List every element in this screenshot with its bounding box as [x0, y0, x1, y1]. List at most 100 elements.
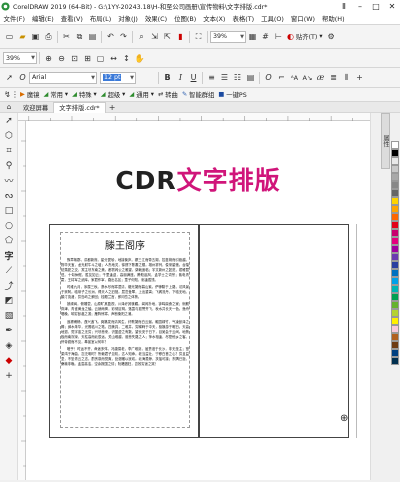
- color-swatch[interactable]: [391, 213, 399, 221]
- hand-pan-icon[interactable]: ✋: [133, 52, 146, 65]
- open-icon[interactable]: ▰: [16, 30, 29, 43]
- save-icon[interactable]: ▣: [29, 30, 42, 43]
- color-swatch[interactable]: [391, 221, 399, 229]
- numbered-list-icon[interactable]: ☷: [231, 71, 244, 84]
- menu-bitmaps[interactable]: 位图(B): [171, 14, 200, 23]
- plugin-general-button[interactable]: ◢ 通用 ▾: [127, 90, 156, 99]
- add-icon[interactable]: +: [353, 71, 366, 84]
- vertical-ruler[interactable]: [18, 121, 26, 480]
- snap-to-button[interactable]: ◐ 贴齐(T) ▾: [285, 32, 325, 41]
- add-tool-icon[interactable]: +: [0, 368, 18, 383]
- color-swatch[interactable]: [391, 269, 399, 277]
- zoom-out-icon[interactable]: ⊖: [55, 52, 68, 65]
- color-swatch[interactable]: [391, 309, 399, 317]
- transparency-tool-icon[interactable]: ▧: [0, 308, 18, 323]
- menu-object[interactable]: 对象(J): [115, 14, 142, 23]
- restore-panels-button[interactable]: Ⅱ: [336, 2, 352, 11]
- property-zoom-select[interactable]: 39% ▼: [3, 52, 37, 64]
- drawing-canvas[interactable]: CDR文字排版 滕王阁序 豫章故郡，洪都新府。星分翼轸，地接衡庐。襟三江而带五湖…: [26, 121, 370, 480]
- font-size-select[interactable]: 12 pt ▼: [100, 71, 136, 84]
- color-palette[interactable]: [391, 141, 399, 365]
- drop-shadow-tool-icon[interactable]: ◩: [0, 293, 18, 308]
- font-family-select[interactable]: Arial ▼: [29, 71, 97, 84]
- close-button[interactable]: ✕: [384, 2, 400, 11]
- smart-fill-tool-icon[interactable]: ◆: [0, 353, 18, 368]
- ellipse-tool-icon[interactable]: ○: [0, 218, 18, 233]
- color-swatch[interactable]: [391, 189, 399, 197]
- color-swatch[interactable]: [391, 181, 399, 189]
- print-icon[interactable]: ⎙: [42, 30, 55, 43]
- color-swatch[interactable]: [391, 173, 399, 181]
- text-tool-icon[interactable]: 字: [0, 248, 18, 263]
- properties-docker-tab[interactable]: 属性: [381, 113, 390, 169]
- plugin-mojing-button[interactable]: ▶ 魔镜: [18, 90, 41, 99]
- zoom-in-icon[interactable]: ⊕: [42, 52, 55, 65]
- minimize-button[interactable]: –: [352, 2, 368, 11]
- color-swatch[interactable]: [391, 197, 399, 205]
- add-tab-icon[interactable]: +: [106, 102, 119, 113]
- color-swatch[interactable]: [391, 301, 399, 309]
- new-document-icon[interactable]: ▭: [3, 30, 16, 43]
- tab-document[interactable]: 文字排版.cdr*: [53, 101, 106, 113]
- drop-cap-icon[interactable]: ▤: [244, 71, 257, 84]
- zoom-level-select[interactable]: 39% ▼: [210, 30, 246, 43]
- color-swatch[interactable]: [391, 141, 399, 149]
- zoom-height-icon[interactable]: ↕: [120, 52, 133, 65]
- color-swatch[interactable]: [391, 149, 399, 157]
- zoom-tool-icon[interactable]: ⚲: [0, 158, 18, 173]
- italic-icon[interactable]: I: [174, 71, 187, 84]
- paste-icon[interactable]: ▤: [86, 30, 99, 43]
- shape-tool-icon[interactable]: ⬡: [0, 128, 18, 143]
- color-swatch[interactable]: [391, 165, 399, 173]
- interactive-fill-tool-icon[interactable]: ◈: [0, 338, 18, 353]
- pick-tool-icon[interactable]: ➚: [0, 113, 18, 128]
- horizontal-text-icon[interactable]: ≣: [327, 71, 340, 84]
- full-screen-icon[interactable]: ⛶: [192, 30, 205, 43]
- rulers-icon[interactable]: ▦: [246, 30, 259, 43]
- color-swatch[interactable]: [391, 157, 399, 165]
- script-a-icon[interactable]: æ: [314, 71, 327, 84]
- page-left[interactable]: 滕王阁序 豫章故郡，洪都新府。星分翼轸，地接衡庐。襟三江而带五湖，控蛮荆而引瓯越…: [49, 224, 199, 438]
- plugin-super-button[interactable]: ◢ 超级 ▾: [99, 90, 128, 99]
- undo-icon[interactable]: ↶: [104, 30, 117, 43]
- zoom-width-icon[interactable]: ↔: [107, 52, 120, 65]
- change-case-icon[interactable]: ᴬA: [288, 71, 301, 84]
- polygon-tool-icon[interactable]: ⬠: [0, 233, 18, 248]
- color-swatch[interactable]: [391, 293, 399, 301]
- cut-icon[interactable]: ✂: [60, 30, 73, 43]
- zoom-selected-icon[interactable]: ⊡: [68, 52, 81, 65]
- horizontal-ruler[interactable]: [18, 113, 370, 121]
- edit-text-icon[interactable]: A↘: [301, 71, 314, 84]
- maximize-button[interactable]: □: [368, 2, 384, 11]
- artistic-media-tool-icon[interactable]: ᔓ: [0, 188, 18, 203]
- copy-icon[interactable]: ⧉: [73, 30, 86, 43]
- plugin-common-button[interactable]: ◢ 常用 ▾: [41, 90, 70, 99]
- redo-icon[interactable]: ↷: [117, 30, 130, 43]
- menu-window[interactable]: 窗口(W): [287, 14, 318, 23]
- export-icon[interactable]: ⇱: [161, 30, 174, 43]
- home-icon[interactable]: ⌂: [0, 102, 18, 113]
- dimension-tool-icon[interactable]: ⟋: [0, 263, 18, 278]
- color-swatch[interactable]: [391, 349, 399, 357]
- paragraph-text-frame[interactable]: 滕王阁序 豫章故郡，洪都新府。星分翼轸，地接衡庐。襟三江而带五湖，控蛮荆而引瓯越…: [60, 232, 190, 428]
- plugin-convert-curves-button[interactable]: ⇄ 转曲: [156, 90, 180, 99]
- menu-help[interactable]: 帮助(H): [319, 14, 349, 23]
- rectangle-tool-icon[interactable]: □: [0, 203, 18, 218]
- color-swatch[interactable]: [391, 357, 399, 365]
- bullet-list-icon[interactable]: ☰: [218, 71, 231, 84]
- zoom-all-icon[interactable]: ⊞: [81, 52, 94, 65]
- color-swatch[interactable]: [391, 237, 399, 245]
- plugin-one-key-ps-button[interactable]: ■ 一键PS: [216, 90, 248, 99]
- color-swatch[interactable]: [391, 261, 399, 269]
- freehand-tool-icon[interactable]: 〰: [0, 173, 18, 188]
- headline-text[interactable]: CDR文字排版: [26, 161, 370, 197]
- menu-table[interactable]: 表格(T): [229, 14, 258, 23]
- page-right[interactable]: [199, 224, 349, 438]
- text-properties-icon[interactable]: ⌐: [275, 71, 288, 84]
- underline-icon[interactable]: U: [187, 71, 200, 84]
- plugin-smart-group-button[interactable]: ✎ 智能群组: [180, 90, 216, 99]
- menu-edit[interactable]: 编辑(E): [28, 14, 57, 23]
- color-swatch[interactable]: [391, 317, 399, 325]
- menu-tools[interactable]: 工具(O): [258, 14, 288, 23]
- connector-tool-icon[interactable]: ⤴: [0, 278, 18, 293]
